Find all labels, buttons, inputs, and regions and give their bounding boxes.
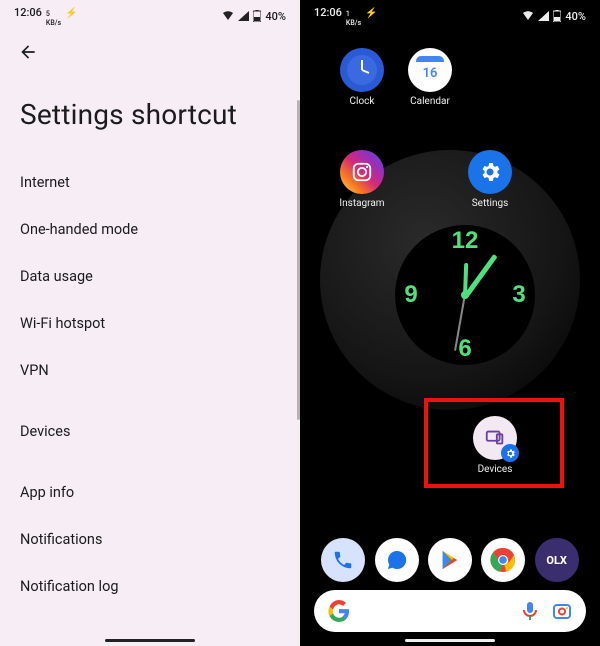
wifi-icon xyxy=(222,11,234,21)
nav-handle[interactable] xyxy=(105,639,195,642)
play-store-icon xyxy=(439,549,461,571)
dock-phone[interactable] xyxy=(321,538,365,582)
lens-icon[interactable] xyxy=(552,601,572,621)
app-clock[interactable]: Clock xyxy=(332,48,392,107)
clock-icon xyxy=(340,48,384,92)
dock-olx[interactable]: OLX xyxy=(535,538,579,582)
item-data-usage[interactable]: Data usage xyxy=(0,253,300,300)
devices-icon xyxy=(473,416,517,460)
shortcut-list: Internet One-handed mode Data usage Wi-F… xyxy=(0,159,300,610)
calendar-icon: 16 xyxy=(408,48,452,92)
item-app-info[interactable]: App info xyxy=(0,469,300,516)
item-wifi-hotspot[interactable]: Wi-Fi hotspot xyxy=(0,300,300,347)
chrome-icon xyxy=(490,547,516,573)
dock: OLX xyxy=(300,538,600,582)
instagram-icon xyxy=(340,150,384,194)
mic-icon[interactable] xyxy=(522,601,538,621)
status-speed-unit: KB/s xyxy=(46,19,61,27)
gear-badge-icon xyxy=(501,444,519,462)
status-speed-value: 5 xyxy=(46,10,50,18)
dock-chrome[interactable] xyxy=(481,538,525,582)
settings-icon xyxy=(468,150,512,194)
olx-icon: OLX xyxy=(546,554,567,567)
item-devices[interactable]: Devices xyxy=(0,408,300,455)
status-time: 12:06 xyxy=(14,6,42,19)
google-g-icon xyxy=(328,600,350,622)
item-one-handed-mode[interactable]: One-handed mode xyxy=(0,206,300,253)
status-bar: 12:06 5 KB/s ⚡ 40% xyxy=(0,0,300,28)
item-vpn[interactable]: VPN xyxy=(0,347,300,394)
search-bar[interactable] xyxy=(314,590,586,632)
app-settings-label: Settings xyxy=(472,198,509,209)
settings-shortcut-screen: 12:06 5 KB/s ⚡ 40% Settings shortcut Int… xyxy=(0,0,300,646)
shortcut-devices[interactable]: Devices xyxy=(465,416,525,475)
item-notification-log[interactable]: Notification log xyxy=(0,563,300,610)
app-instagram-label: Instagram xyxy=(339,198,384,209)
item-internet[interactable]: Internet xyxy=(0,159,300,206)
dock-messages[interactable] xyxy=(375,538,419,582)
app-calendar[interactable]: 16 Calendar xyxy=(400,48,460,107)
phone-icon xyxy=(332,549,354,571)
battery-icon xyxy=(253,10,261,22)
nav-handle[interactable] xyxy=(405,639,495,642)
app-settings[interactable]: Settings xyxy=(460,150,520,209)
back-button[interactable] xyxy=(0,28,300,62)
home-screen: 12:06 1 KB/s ⚡ 40% 12 3 6 9 xyxy=(300,0,600,646)
app-calendar-label: Calendar xyxy=(410,96,450,107)
page-title: Settings shortcut xyxy=(0,62,300,159)
app-clock-label: Clock xyxy=(350,96,375,107)
charging-icon: ⚡ xyxy=(65,8,77,19)
messages-icon xyxy=(385,548,409,572)
signal-icon xyxy=(238,11,249,21)
dock-play-store[interactable] xyxy=(428,538,472,582)
app-instagram[interactable]: Instagram xyxy=(332,150,392,209)
status-battery-pct: 40% xyxy=(265,10,286,23)
item-notifications[interactable]: Notifications xyxy=(0,516,300,563)
shortcut-devices-label: Devices xyxy=(478,464,513,475)
